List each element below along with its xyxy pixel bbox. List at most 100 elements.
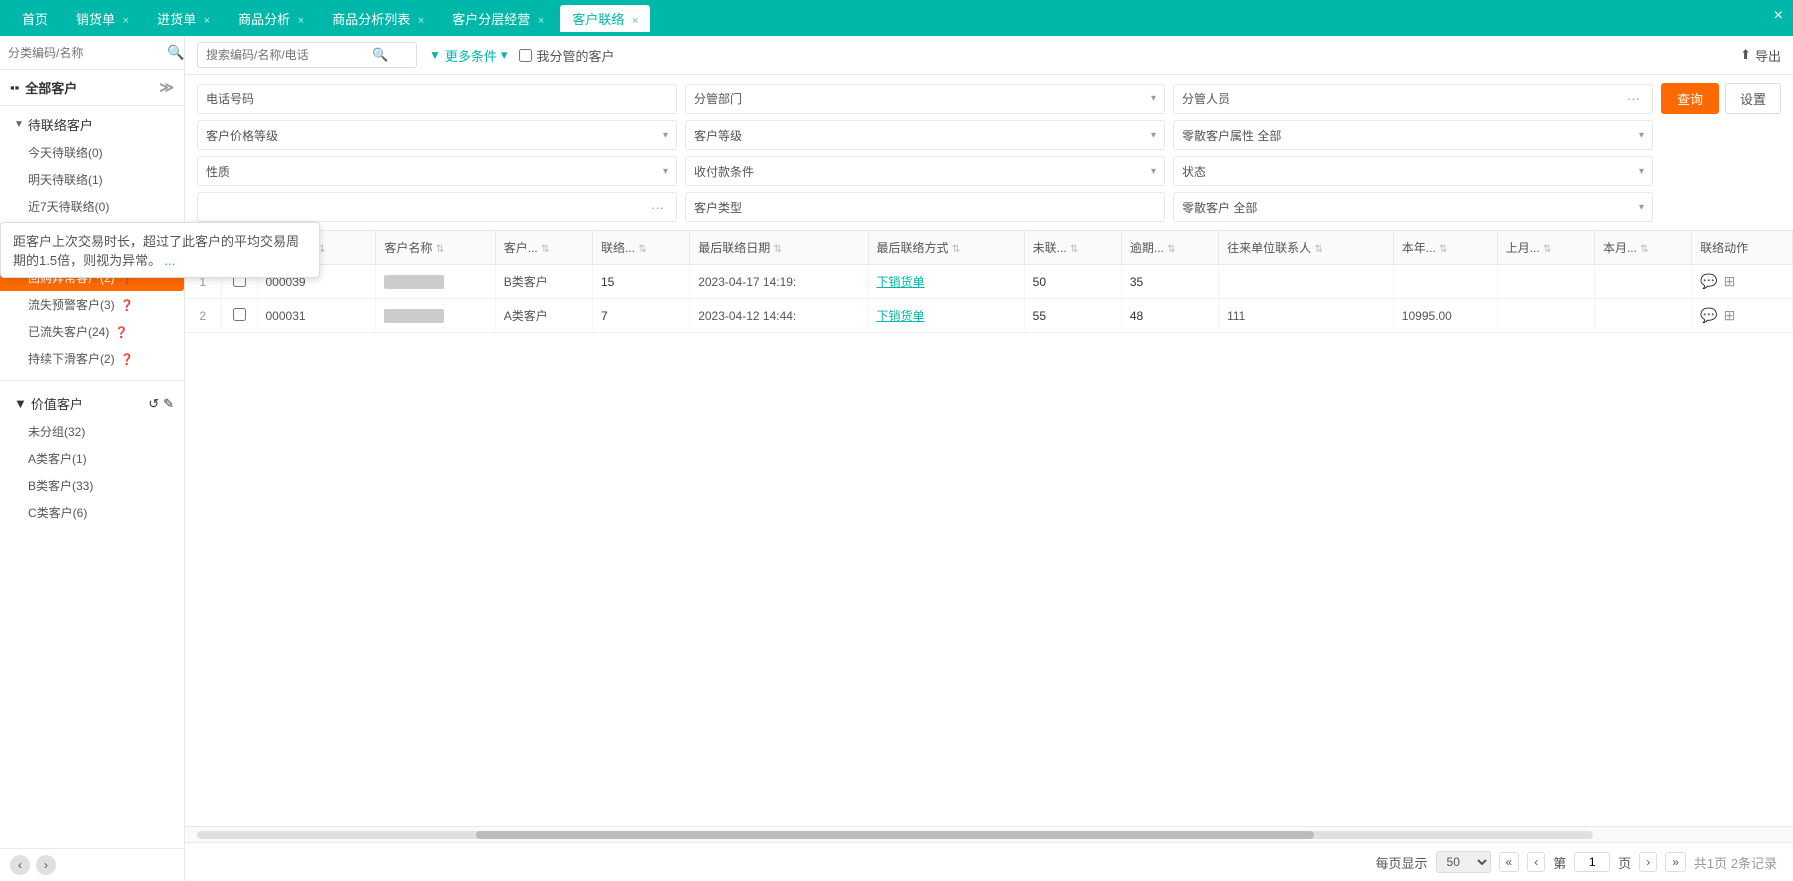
nav-purchase-close[interactable]: ×: [204, 15, 210, 27]
nav-home[interactable]: 首页: [10, 5, 60, 32]
last-page-btn[interactable]: »: [1665, 852, 1686, 872]
scroll-thumb[interactable]: [476, 831, 1314, 839]
nav-customer-contact-close[interactable]: ×: [632, 15, 638, 27]
filter-extra-dots[interactable]: ···: [647, 200, 668, 215]
row-2-last-method[interactable]: 下销货单: [868, 299, 1024, 333]
window-close-btn[interactable]: ×: [1774, 8, 1783, 24]
sidebar-item-churned[interactable]: 已流失客户(24) ❓: [0, 318, 184, 345]
sidebar-value-customers-title[interactable]: ▼ 价值客户 ↺ ✎: [0, 389, 184, 418]
filter-price-level-field[interactable]: 客户价格等级 ▾: [197, 120, 677, 150]
next-page-btn[interactable]: ›: [1639, 852, 1657, 872]
filter-nature-field[interactable]: 性质 ▾: [197, 156, 677, 186]
filter-person-field[interactable]: 分管人员 ···: [1173, 84, 1653, 114]
filter-retail-customer-label: 零散客户 全部: [1182, 199, 1257, 216]
filter-more-conditions[interactable]: ▼ 更多条件 ▾: [429, 46, 507, 65]
sidebar-collapse-btn[interactable]: ≫: [159, 79, 174, 96]
sidebar-item-class-b[interactable]: B类客户(33): [0, 472, 184, 499]
filter-extra-field[interactable]: ···: [197, 192, 677, 222]
declining-help-icon[interactable]: ❓: [120, 354, 134, 366]
nav-purchase[interactable]: 进货单 ×: [145, 5, 222, 32]
row-1-last-method[interactable]: 下销货单: [868, 265, 1024, 299]
sidebar-prev-btn[interactable]: ‹: [10, 855, 30, 875]
churn-warning-help-icon[interactable]: ❓: [120, 300, 134, 312]
filter-status-label: 状态: [1182, 163, 1242, 180]
col-customer-type[interactable]: 客户... ⇅: [495, 231, 592, 265]
row-1-message-icon[interactable]: 💬: [1700, 273, 1717, 290]
filter-status-arrow: ▾: [1639, 166, 1644, 177]
sidebar-search-input[interactable]: [8, 46, 163, 60]
sidebar-search-icon[interactable]: 🔍: [167, 44, 184, 61]
value-customers-refresh-icon[interactable]: ↺: [148, 396, 159, 412]
nav-product-analysis-list[interactable]: 商品分析列表 ×: [320, 5, 436, 32]
query-button[interactable]: 查询: [1661, 83, 1719, 114]
sidebar-item-declining[interactable]: 持续下滑客户(2) ❓: [0, 345, 184, 372]
first-page-btn[interactable]: «: [1499, 852, 1520, 872]
filter-payment-field[interactable]: 收付款条件 ▾: [685, 156, 1165, 186]
col-type-sort-icon: ⇅: [541, 244, 549, 255]
my-customer-checkbox-label[interactable]: 我分管的客户: [519, 46, 614, 65]
export-button[interactable]: ⬆ 导出: [1740, 46, 1781, 65]
sidebar-item-class-a[interactable]: A类客户(1): [0, 445, 184, 472]
row-1-qr-icon[interactable]: ⊞: [1724, 273, 1736, 290]
sidebar-item-today[interactable]: 今天待联络(0): [0, 139, 184, 166]
nav-customer-contact[interactable]: 客户联络 ×: [560, 5, 650, 32]
filter-retail-attr-label: 零散客户属性 全部: [1182, 127, 1281, 144]
filter-customer-type-field[interactable]: 客户类型: [685, 192, 1165, 222]
col-last-month[interactable]: 上月... ⇅: [1497, 231, 1594, 265]
sidebar-pending-contact-title[interactable]: ▼ 待联络客户: [0, 110, 184, 139]
tooltip-more-link[interactable]: ...: [164, 253, 175, 268]
col-not-contacted[interactable]: 未联... ⇅: [1024, 231, 1121, 265]
sidebar-next-btn[interactable]: ›: [36, 855, 56, 875]
filter-retail-attr-field[interactable]: 零散客户属性 全部 ▾: [1173, 120, 1653, 150]
page-size-select[interactable]: 50 100 200: [1436, 851, 1491, 873]
col-last-contact-method[interactable]: 最后联络方式 ⇅: [868, 231, 1024, 265]
row-2-qr-icon[interactable]: ⊞: [1724, 307, 1736, 324]
filter-search-icon[interactable]: 🔍: [372, 47, 388, 63]
sidebar-item-class-c[interactable]: C类客户(6): [0, 499, 184, 526]
col-last-contact-date[interactable]: 最后联络日期 ⇅: [690, 231, 868, 265]
my-customer-checkbox[interactable]: [519, 49, 532, 62]
filter-customer-level-field[interactable]: 客户等级 ▾: [685, 120, 1165, 150]
col-overdue[interactable]: 逾期... ⇅: [1121, 231, 1218, 265]
filter-row-1: 电话号码 分管部门 ▾ 分管人员 ··· 查询 设置: [197, 83, 1781, 114]
horizontal-scrollbar[interactable]: [185, 826, 1793, 842]
col-this-year[interactable]: 本年... ⇅: [1393, 231, 1497, 265]
filter-retail-customer-field[interactable]: 零散客户 全部 ▾: [1173, 192, 1653, 222]
tooltip-box: 距客户上次交易时长，超过了此客户的平均交易周期的1.5倍，则视为异常。 ...: [0, 222, 320, 278]
col-not-sort-icon: ⇅: [1070, 244, 1078, 255]
nav-product-analysis-list-close[interactable]: ×: [418, 15, 424, 27]
row-2-checkbox[interactable]: [233, 308, 246, 321]
filter-search-input[interactable]: [206, 48, 366, 62]
filter-row-3: 性质 ▾ 收付款条件 ▾ 状态 ▾: [197, 156, 1781, 186]
nav-product-analysis-close[interactable]: ×: [298, 15, 304, 27]
sidebar-item-tomorrow[interactable]: 明天待联络(1): [0, 166, 184, 193]
filter-customer-type-label: 客户类型: [694, 199, 754, 216]
nav-customer-stratify-close[interactable]: ×: [538, 15, 544, 27]
sidebar-divider-2: [0, 380, 184, 381]
col-method-sort-icon: ⇅: [952, 244, 960, 255]
prev-page-btn[interactable]: ‹: [1527, 852, 1545, 872]
nav-customer-stratify[interactable]: 客户分层经营 ×: [440, 5, 556, 32]
nav-sales[interactable]: 销货单 ×: [64, 5, 141, 32]
sidebar-item-ungrouped[interactable]: 未分组(32): [0, 418, 184, 445]
value-customers-edit-icon[interactable]: ✎: [163, 396, 174, 412]
nav-product-analysis[interactable]: 商品分析 ×: [226, 5, 316, 32]
filter-status-field[interactable]: 状态 ▾: [1173, 156, 1653, 186]
settings-button[interactable]: 设置: [1725, 83, 1781, 114]
sidebar-item-churn-warning[interactable]: 流失预警客户(3) ❓: [0, 291, 184, 318]
filter-retail-customer-arrow: ▾: [1639, 202, 1644, 213]
row-2-message-icon[interactable]: 💬: [1700, 307, 1717, 324]
row-2-name-blur: [384, 309, 444, 323]
col-name[interactable]: 客户名称 ⇅: [376, 231, 495, 265]
page-number-input[interactable]: [1574, 852, 1610, 872]
filter-person-dots[interactable]: ···: [1623, 91, 1644, 106]
col-this-month[interactable]: 本月... ⇅: [1594, 231, 1691, 265]
sidebar-item-7days[interactable]: 近7天待联络(0): [0, 193, 184, 220]
churned-help-icon[interactable]: ❓: [115, 327, 129, 339]
pending-contact-arrow: ▼: [14, 119, 24, 130]
filter-phone-field[interactable]: 电话号码: [197, 84, 677, 114]
filter-dept-field[interactable]: 分管部门 ▾: [685, 84, 1165, 114]
nav-sales-close[interactable]: ×: [123, 15, 129, 27]
col-contacts[interactable]: 往来单位联系人 ⇅: [1219, 231, 1394, 265]
col-contact-count[interactable]: 联络... ⇅: [592, 231, 689, 265]
